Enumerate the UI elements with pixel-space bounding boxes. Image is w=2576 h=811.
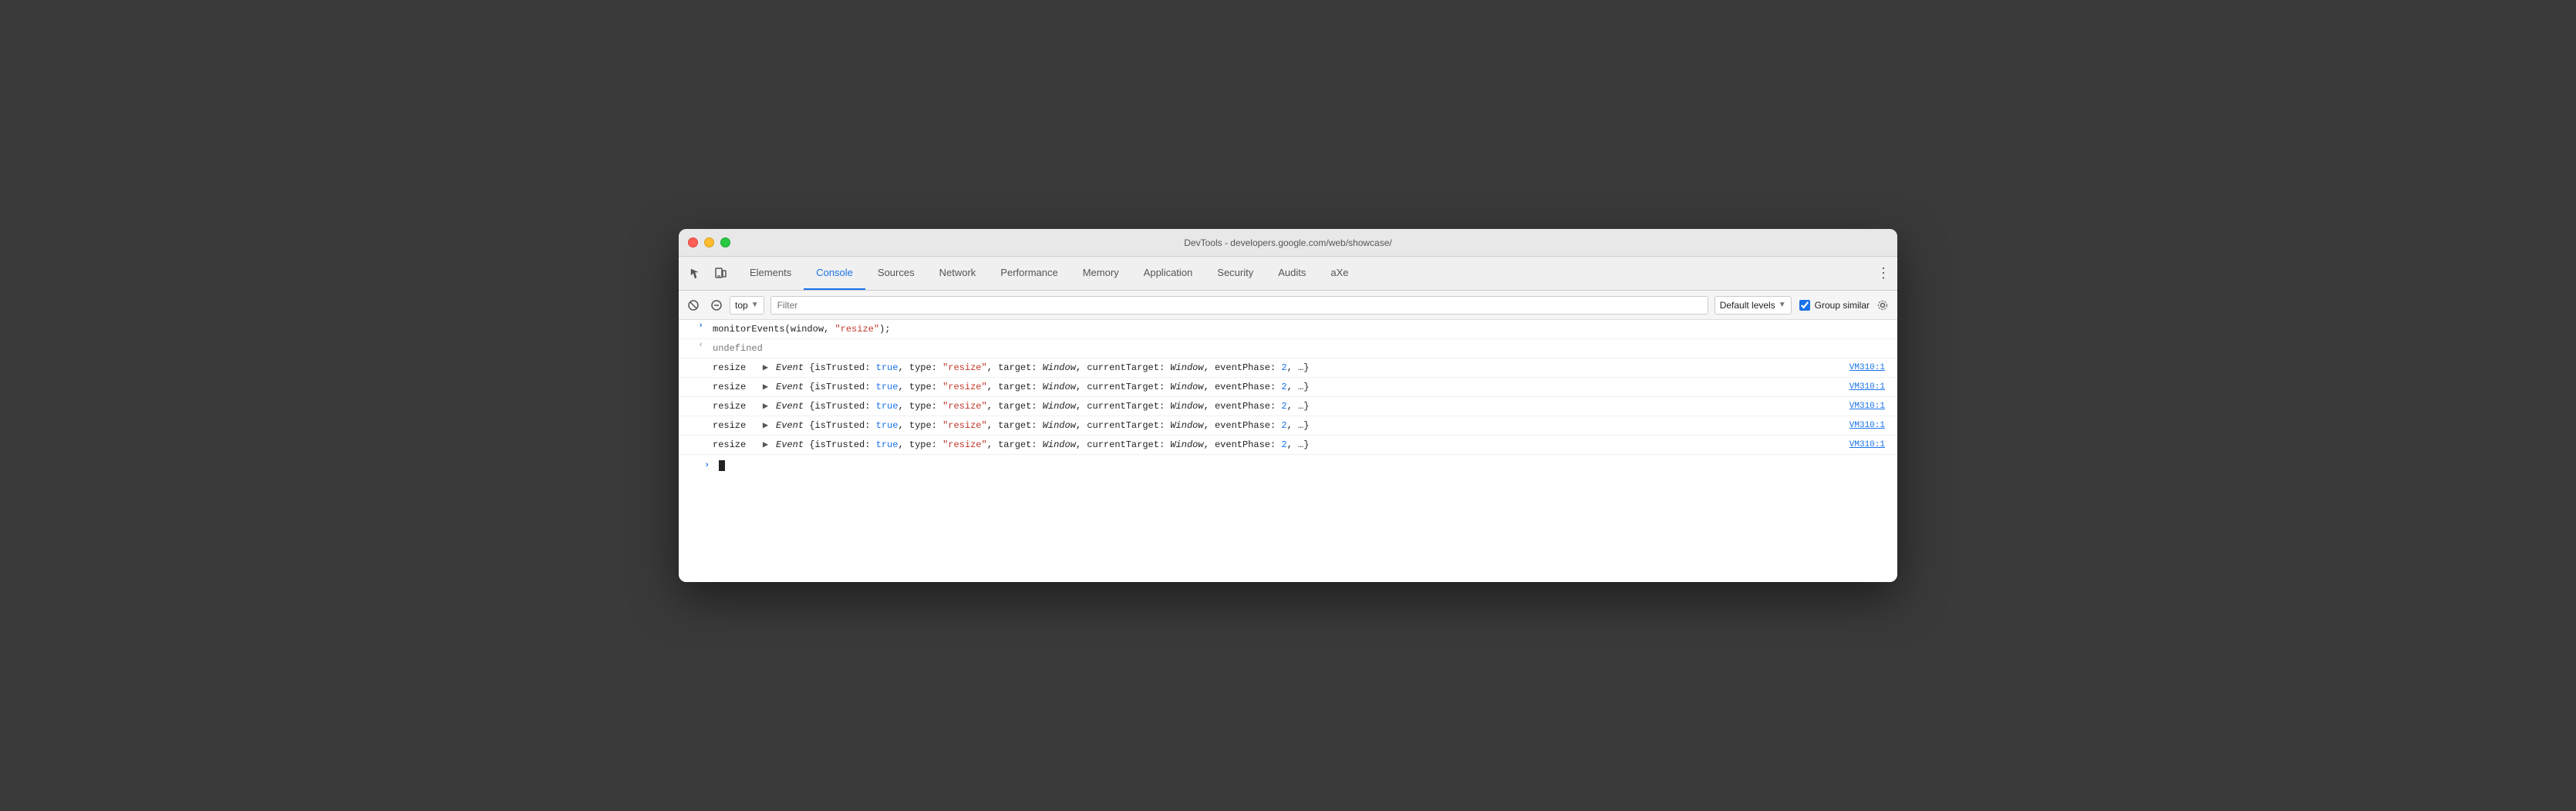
context-selector[interactable]: top ▼ bbox=[730, 296, 764, 315]
source-link[interactable]: VM310:1 bbox=[1849, 382, 1891, 392]
line-content: resize ▶ Event {isTrusted: true, type: "… bbox=[710, 379, 1849, 395]
default-levels-label: Default levels bbox=[1720, 300, 1775, 311]
line-content: resize ▶ Event {isTrusted: true, type: "… bbox=[710, 360, 1849, 375]
prompt-arrow: › bbox=[698, 321, 703, 331]
expand-icon[interactable]: ▶ bbox=[763, 360, 770, 375]
expand-icon[interactable]: ▶ bbox=[763, 418, 770, 433]
context-value: top bbox=[735, 300, 748, 311]
line-content: resize ▶ Event {isTrusted: true, type: "… bbox=[710, 418, 1849, 433]
traffic-lights bbox=[688, 237, 730, 247]
console-toolbar: top ▼ Default levels ▼ Group similar bbox=[679, 291, 1897, 320]
console-line: resize ▶ Event {isTrusted: true, type: "… bbox=[679, 397, 1897, 416]
tab-performance[interactable]: Performance bbox=[988, 257, 1070, 290]
console-line: › monitorEvents(window, "resize"); bbox=[679, 320, 1897, 339]
title-bar: DevTools - developers.google.com/web/sho… bbox=[679, 229, 1897, 257]
input-prompt-arrow: › bbox=[704, 461, 710, 470]
group-similar-label: Group similar bbox=[1815, 300, 1870, 311]
tab-console[interactable]: Console bbox=[804, 257, 865, 290]
console-line: resize ▶ Event {isTrusted: true, type: "… bbox=[679, 416, 1897, 436]
line-gutter: › bbox=[679, 321, 710, 331]
devtools-icons bbox=[679, 257, 737, 290]
source-link[interactable]: VM310:1 bbox=[1849, 363, 1891, 372]
tab-axe[interactable]: aXe bbox=[1318, 257, 1360, 290]
group-similar-wrapper: Group similar bbox=[1799, 300, 1870, 311]
console-line: resize ▶ Event {isTrusted: true, type: "… bbox=[679, 358, 1897, 378]
line-gutter: ‹ bbox=[679, 341, 710, 350]
tab-network[interactable]: Network bbox=[927, 257, 989, 290]
devtools-window: DevTools - developers.google.com/web/sho… bbox=[679, 229, 1897, 582]
inspect-icon-btn[interactable] bbox=[685, 263, 706, 284]
line-content: resize ▶ Event {isTrusted: true, type: "… bbox=[710, 437, 1849, 453]
expand-icon[interactable]: ▶ bbox=[763, 437, 770, 453]
line-content: monitorEvents(window, "resize"); bbox=[710, 321, 1891, 337]
tab-security[interactable]: Security bbox=[1205, 257, 1266, 290]
prompt-left: ‹ bbox=[698, 341, 703, 350]
tabs-overflow-btn[interactable]: ⋮ bbox=[1873, 263, 1894, 284]
source-link[interactable]: VM310:1 bbox=[1849, 440, 1891, 449]
console-content: › monitorEvents(window, "resize"); ‹ und… bbox=[679, 320, 1897, 582]
settings-btn[interactable] bbox=[1873, 295, 1893, 315]
devtools-tabbar: Elements Console Sources Network Perform… bbox=[679, 257, 1897, 291]
window-title: DevTools - developers.google.com/web/sho… bbox=[1184, 237, 1391, 248]
console-line: resize ▶ Event {isTrusted: true, type: "… bbox=[679, 436, 1897, 455]
line-content: undefined bbox=[710, 341, 1891, 356]
default-levels-btn[interactable]: Default levels ▼ bbox=[1715, 296, 1792, 315]
stop-recording-btn[interactable] bbox=[706, 295, 727, 315]
default-levels-chevron: ▼ bbox=[1779, 301, 1786, 309]
minimize-button[interactable] bbox=[704, 237, 714, 247]
console-line: ‹ undefined bbox=[679, 339, 1897, 358]
maximize-button[interactable] bbox=[720, 237, 730, 247]
source-link[interactable]: VM310:1 bbox=[1849, 402, 1891, 411]
input-prompt-line: › bbox=[679, 455, 1897, 476]
context-chevron: ▼ bbox=[751, 301, 759, 309]
close-button[interactable] bbox=[688, 237, 698, 247]
tab-memory[interactable]: Memory bbox=[1071, 257, 1131, 290]
source-link[interactable]: VM310:1 bbox=[1849, 421, 1891, 430]
expand-icon[interactable]: ▶ bbox=[763, 399, 770, 414]
clear-console-btn[interactable] bbox=[683, 295, 703, 315]
input-line-gutter: › bbox=[685, 461, 716, 470]
expand-icon[interactable]: ▶ bbox=[763, 379, 770, 395]
console-line: resize ▶ Event {isTrusted: true, type: "… bbox=[679, 378, 1897, 397]
line-content: resize ▶ Event {isTrusted: true, type: "… bbox=[710, 399, 1849, 414]
tab-sources[interactable]: Sources bbox=[865, 257, 927, 290]
tab-audits[interactable]: Audits bbox=[1266, 257, 1318, 290]
filter-input[interactable] bbox=[770, 296, 1708, 315]
tab-application[interactable]: Application bbox=[1131, 257, 1205, 290]
tab-elements[interactable]: Elements bbox=[737, 257, 804, 290]
cursor-blink bbox=[719, 460, 725, 471]
device-toggle-btn[interactable] bbox=[710, 263, 731, 284]
input-area[interactable] bbox=[716, 460, 725, 471]
group-similar-checkbox[interactable] bbox=[1799, 300, 1810, 311]
